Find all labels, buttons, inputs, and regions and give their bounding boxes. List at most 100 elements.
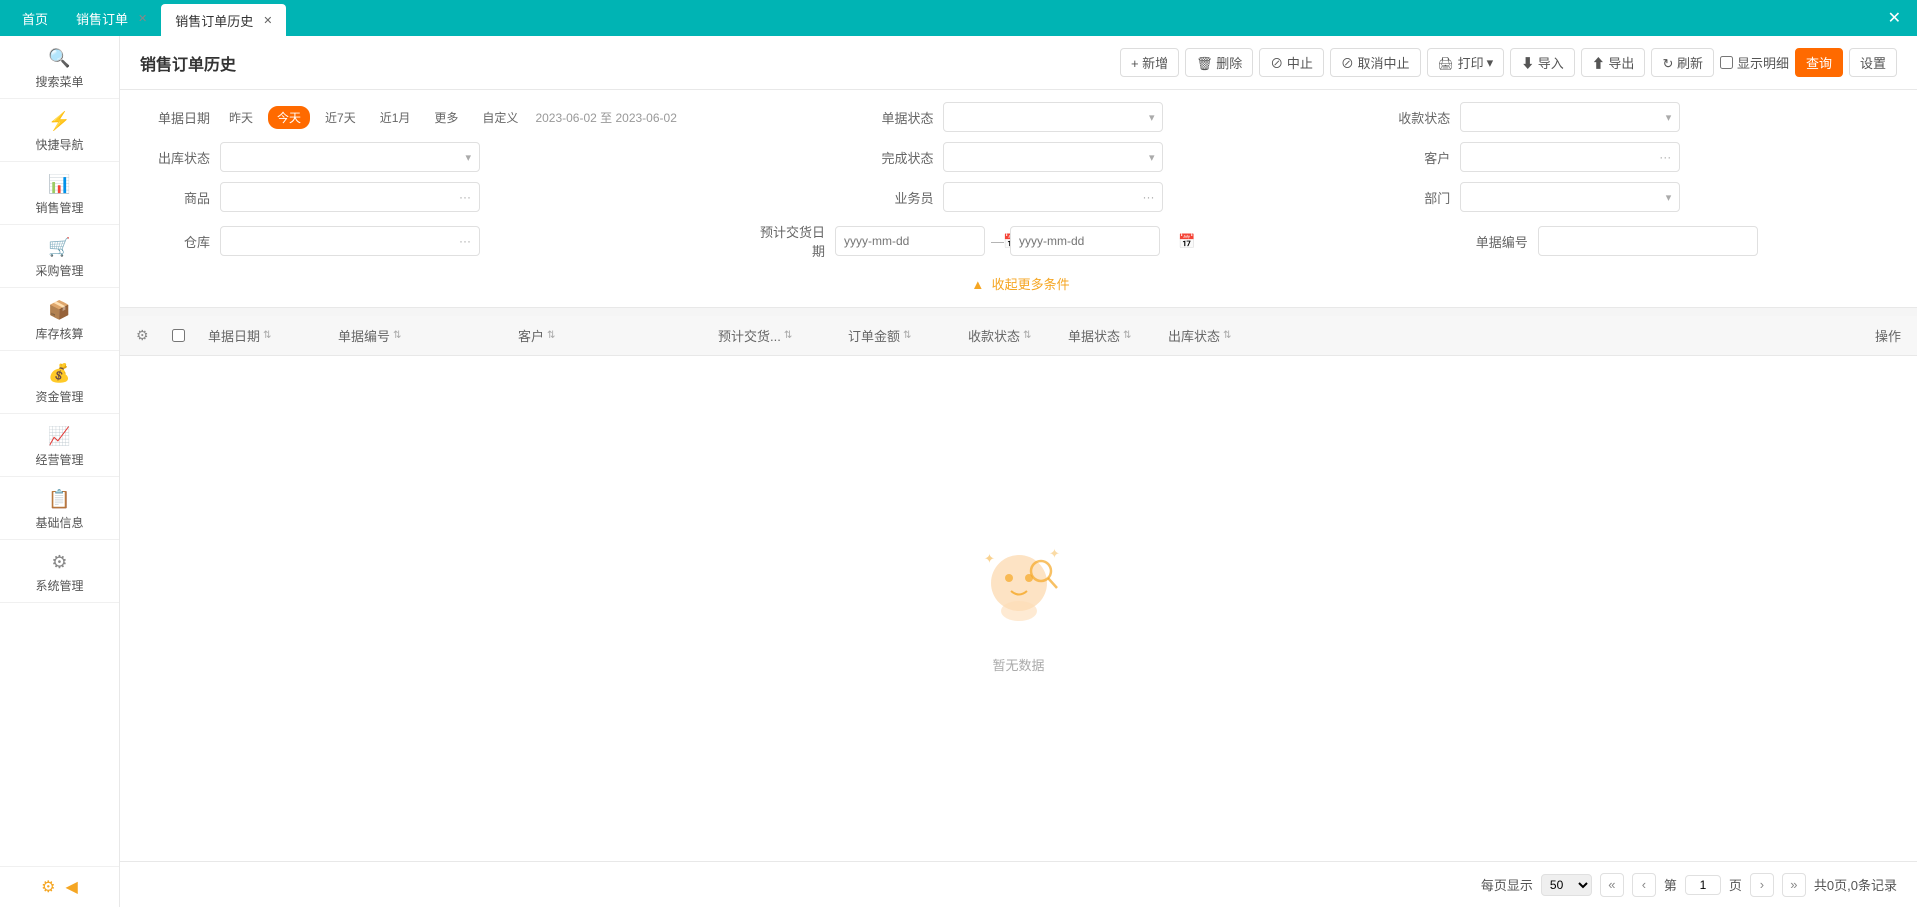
per-page-select[interactable]: 50 100 200	[1541, 874, 1592, 896]
date-btn-custom[interactable]: 自定义	[473, 106, 527, 129]
show-detail-label: 显示明细	[1737, 53, 1789, 72]
voucher-no-input[interactable]	[1538, 226, 1758, 256]
delivery-date-start-input[interactable]: 📅	[835, 226, 985, 256]
th-customer-label: 客户	[518, 326, 544, 345]
prev-page-button[interactable]: ‹	[1632, 873, 1656, 897]
page-header: 销售订单历史 + 新增 🗑 删除 ⊘ 中止 ⊘ 取消中止 🖨 打印 ▾	[120, 36, 1917, 90]
next-page-button[interactable]: ›	[1750, 873, 1774, 897]
salesperson-input[interactable]: ···	[943, 182, 1163, 212]
tab-sales-order-history-label: 销售订单历史	[175, 11, 253, 30]
window-close-button[interactable]: ✕	[1880, 6, 1909, 30]
th-date-sort-icon[interactable]: ⇅	[263, 330, 271, 341]
sidebar-item-system[interactable]: ⚙ 系统管理	[0, 540, 119, 603]
tab-sales-order-history-close[interactable]: ✕	[263, 14, 272, 27]
warehouse-more-icon[interactable]: ···	[459, 234, 471, 248]
tab-sales-order-history[interactable]: 销售订单历史 ✕	[161, 4, 286, 36]
warehouse-label: 仓库	[140, 232, 220, 251]
customer-more-icon[interactable]: ···	[1659, 150, 1671, 164]
th-amount-sort-icon[interactable]: ⇅	[903, 330, 911, 341]
delivery-date-end-calendar-icon[interactable]: 📅	[1178, 233, 1195, 250]
sidebar-item-sales[interactable]: 📊 销售管理	[0, 162, 119, 225]
page-num-word: 第	[1664, 875, 1677, 894]
filter-col-department: 部门 ▾	[1380, 182, 1897, 212]
quick-nav-icon: ⚡	[48, 111, 70, 132]
sidebar-item-basic-info[interactable]: 📋 基础信息	[0, 477, 119, 540]
delivery-date-end-field[interactable]	[1019, 234, 1174, 248]
customer-input-field[interactable]	[1469, 150, 1659, 164]
sales-icon: 📊	[48, 174, 70, 195]
new-button[interactable]: + 新增	[1120, 48, 1179, 77]
delivery-date-start-field[interactable]	[844, 234, 999, 248]
last-page-button[interactable]: »	[1782, 873, 1806, 897]
product-input[interactable]: ···	[220, 182, 480, 212]
warehouse-input[interactable]: ···	[220, 226, 480, 256]
first-page-button[interactable]: «	[1600, 873, 1624, 897]
date-btn-yesterday[interactable]: 昨天	[220, 106, 262, 129]
sidebar-item-operations-label: 经营管理	[35, 451, 83, 468]
th-settings[interactable]: ⚙	[130, 327, 166, 344]
cancel-stop-button[interactable]: ⊘ 取消中止	[1330, 48, 1421, 77]
topbar-right: ✕	[1880, 6, 1909, 30]
collapse-sidebar-icon[interactable]: ◀	[66, 877, 78, 897]
sidebar-item-quick-nav[interactable]: ⚡ 快捷导航	[0, 99, 119, 162]
th-order-status-sort-icon[interactable]: ⇅	[1123, 330, 1131, 341]
sidebar: 🔍 搜索菜单 ⚡ 快捷导航 📊 销售管理 🛒 采购管理 📦 库存核算 💰 资金管…	[0, 36, 120, 907]
show-detail-checkbox[interactable]	[1720, 56, 1733, 69]
collapse-bar[interactable]: ▲ 收起更多条件	[140, 270, 1897, 295]
filter-area: 单据日期 昨天 今天 近7天 近1月 更多 自定义 2023-06-02 至 2…	[120, 90, 1917, 308]
voucher-status-dropdown[interactable]: ▾	[943, 102, 1163, 132]
voucher-no-input-field[interactable]	[1547, 234, 1749, 248]
salesperson-more-icon[interactable]: ···	[1142, 190, 1154, 204]
select-all-checkbox[interactable]	[172, 329, 185, 342]
tab-home[interactable]: 首页	[8, 4, 62, 32]
th-order-num-sort-icon[interactable]: ⇅	[393, 330, 401, 341]
table-gear-icon[interactable]: ⚙	[136, 327, 149, 344]
stop-button[interactable]: ⊘ 中止	[1259, 48, 1324, 77]
export-button[interactable]: ⬆ 导出	[1581, 48, 1646, 77]
th-delivery-sort-icon[interactable]: ⇅	[784, 330, 792, 341]
total-records-label: 共0页,0条记录	[1814, 875, 1897, 894]
table-header: ⚙ 单据日期 ⇅ 单据编号 ⇅ 客户 ⇅ 预计交货...	[120, 316, 1917, 356]
receipt-status-dropdown[interactable]: ▾	[1460, 102, 1680, 132]
customer-input[interactable]: ···	[1460, 142, 1680, 172]
settings-bottom-icon[interactable]: ⚙	[41, 877, 55, 897]
date-btn-today[interactable]: 今天	[268, 106, 310, 129]
date-btn-7days[interactable]: 近7天	[316, 106, 365, 129]
out-status-dropdown[interactable]: ▾	[220, 142, 480, 172]
sidebar-item-inventory[interactable]: 📦 库存核算	[0, 288, 119, 351]
delete-button[interactable]: 🗑 删除	[1185, 48, 1253, 77]
tab-sales-order[interactable]: 销售订单 ✕	[62, 4, 161, 32]
product-more-icon[interactable]: ···	[459, 190, 471, 204]
department-dropdown[interactable]: ▾	[1460, 182, 1680, 212]
th-checkbox[interactable]	[166, 329, 202, 342]
th-pay-status-label: 收款状态	[968, 326, 1020, 345]
complete-status-dropdown[interactable]: ▾	[943, 142, 1163, 172]
delivery-date-end-input[interactable]: 📅	[1010, 226, 1160, 256]
filter-col-out-status: 出库状态 ▾	[140, 142, 863, 172]
filter-row-1: 单据日期 昨天 今天 近7天 近1月 更多 自定义 2023-06-02 至 2…	[140, 102, 1897, 132]
filter-col-voucher-status: 单据状态 ▾	[863, 102, 1380, 132]
sidebar-item-search-menu[interactable]: 🔍 搜索菜单	[0, 36, 119, 99]
th-out-status-sort-icon[interactable]: ⇅	[1223, 330, 1231, 341]
tab-sales-order-close[interactable]: ✕	[138, 12, 147, 25]
voucher-date-label: 单据日期	[140, 108, 220, 127]
product-input-field[interactable]	[229, 190, 459, 204]
query-button[interactable]: 查询	[1795, 48, 1843, 77]
show-detail-checkbox-label[interactable]: 显示明细	[1720, 53, 1789, 72]
th-customer-sort-icon[interactable]: ⇅	[547, 330, 555, 341]
filter-col-receipt-status: 收款状态 ▾	[1380, 102, 1897, 132]
th-pay-status-sort-icon[interactable]: ⇅	[1023, 330, 1031, 341]
import-button[interactable]: ⬇ 导入	[1510, 48, 1575, 77]
warehouse-input-field[interactable]	[229, 234, 459, 248]
print-button[interactable]: 🖨 打印 ▾	[1427, 48, 1505, 77]
th-order-num: 单据编号 ⇅	[332, 326, 512, 345]
sidebar-item-purchase[interactable]: 🛒 采购管理	[0, 225, 119, 288]
sidebar-item-operations[interactable]: 📈 经营管理	[0, 414, 119, 477]
settings-button[interactable]: 设置	[1849, 48, 1897, 77]
sidebar-item-finance[interactable]: 💰 资金管理	[0, 351, 119, 414]
page-number-input[interactable]	[1685, 875, 1721, 895]
refresh-button[interactable]: ↻ 刷新	[1651, 48, 1714, 77]
date-btn-more[interactable]: 更多	[425, 106, 467, 129]
salesperson-input-field[interactable]	[952, 190, 1142, 204]
date-btn-1month[interactable]: 近1月	[371, 106, 420, 129]
